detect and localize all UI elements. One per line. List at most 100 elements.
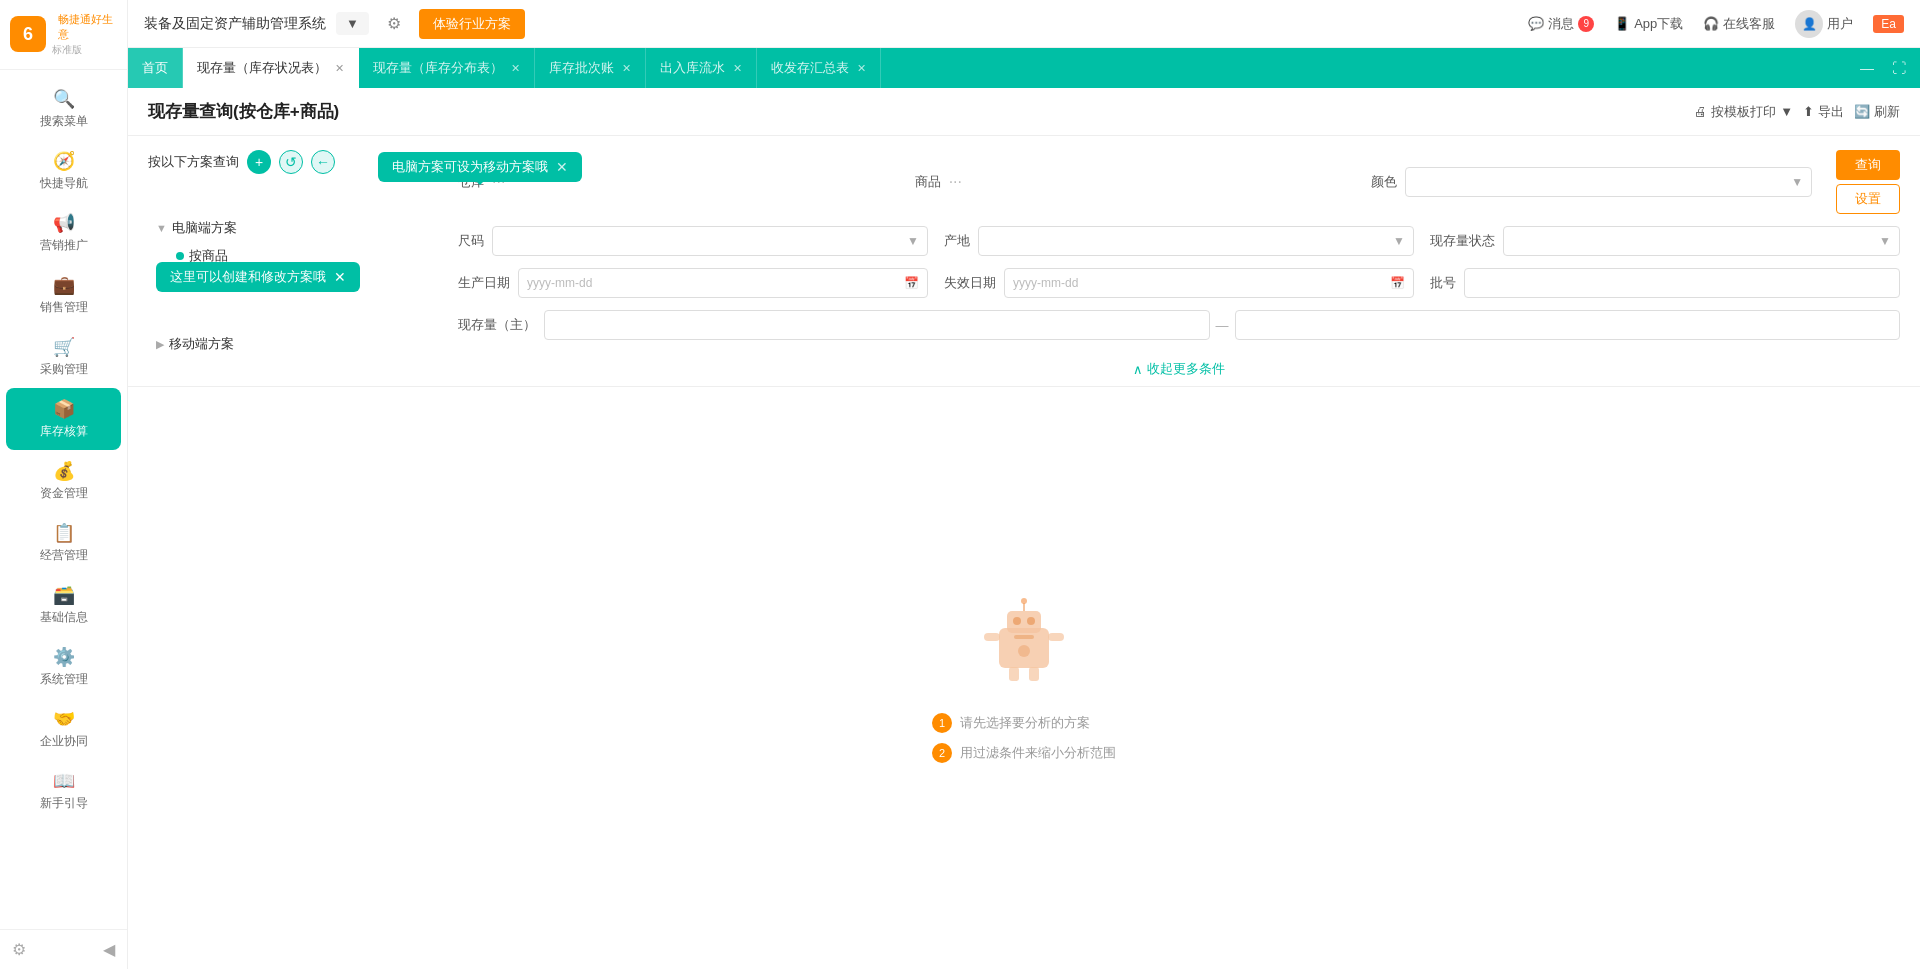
produce-date-placeholder: yyyy-mm-dd <box>527 276 592 290</box>
close-tab-inventory-batch[interactable]: ✕ <box>622 62 631 75</box>
ea-badge: Ea <box>1873 15 1904 33</box>
goods-dots[interactable]: ··· <box>949 173 962 191</box>
add-plan-btn[interactable]: + <box>247 150 271 174</box>
logo-icon: 6 <box>10 16 46 52</box>
sidebar-item-search[interactable]: 🔍 搜索菜单 <box>0 78 127 140</box>
export-icon: ⬆ <box>1803 104 1814 119</box>
back-plan-btn[interactable]: ← <box>311 150 335 174</box>
refresh-plan-btn[interactable]: ↺ <box>279 150 303 174</box>
sidebar-item-marketing[interactable]: 📢 营销推广 <box>0 202 127 264</box>
close-tab-receive-summary[interactable]: ✕ <box>857 62 866 75</box>
tab-home[interactable]: 首页 <box>128 48 183 88</box>
refresh-btn[interactable]: 🔄 刷新 <box>1854 103 1900 121</box>
empty-state: 1 请先选择要分析的方案 2 用过滤条件来缩小分析范围 <box>128 387 1920 969</box>
megaphone-icon: 📢 <box>53 212 75 234</box>
message-btn[interactable]: 💬 消息 9 <box>1528 15 1594 33</box>
status-select[interactable]: ▼ <box>1503 226 1900 256</box>
stock-qty-label: 现存量（主） <box>458 316 536 334</box>
svg-point-2 <box>1013 617 1021 625</box>
sidebar-item-assets[interactable]: 💰 资金管理 <box>0 450 127 512</box>
headset-icon: 🎧 <box>1703 16 1719 31</box>
svg-rect-8 <box>984 633 1000 641</box>
color-select[interactable]: ▼ <box>1405 167 1812 197</box>
settings-icon[interactable]: ⚙ <box>12 940 26 959</box>
tab-inout-flow[interactable]: 出入库流水 ✕ <box>646 48 757 88</box>
topbar-settings-btn[interactable]: ⚙ <box>379 9 409 39</box>
dropdown-arrow: ▼ <box>346 16 359 31</box>
sidebar-item-sales[interactable]: 💼 销售管理 <box>0 264 127 326</box>
close-tab-inout-flow[interactable]: ✕ <box>733 62 742 75</box>
app-download-label: App下载 <box>1634 15 1683 33</box>
export-btn[interactable]: ⬆ 导出 <box>1803 103 1844 121</box>
reset-btn[interactable]: 设置 <box>1836 184 1900 214</box>
expand-icon-mobile: ▶ <box>156 338 164 351</box>
batch-input[interactable] <box>1464 268 1900 298</box>
size-label: 尺码 <box>458 232 484 250</box>
plan-mobile[interactable]: ▶ 移动端方案 <box>148 330 458 358</box>
print-dropdown-icon: ▼ <box>1780 104 1793 119</box>
sidebar-item-label: 资金管理 <box>40 485 88 502</box>
sidebar-item-system[interactable]: ⚙️ 系统管理 <box>0 636 127 698</box>
page-title: 现存量查询(按仓库+商品) <box>148 100 339 123</box>
add-tooltip-container: 电脑方案可设为移动方案哦 ✕ <box>378 152 582 182</box>
main-area: 装备及固定资产辅助管理系统 ▼ ⚙ 体验行业方案 💬 消息 9 📱 App下载 … <box>128 0 1920 969</box>
filter-row-4: 现存量（主） — <box>458 310 1900 340</box>
query-btn[interactable]: 查询 <box>1836 150 1900 180</box>
size-arrow: ▼ <box>907 234 919 248</box>
produce-date-label: 生产日期 <box>458 274 510 292</box>
app-download-btn[interactable]: 📱 App下载 <box>1614 15 1683 33</box>
expire-date-input[interactable]: yyyy-mm-dd 📅 <box>1004 268 1414 298</box>
goods-label: 商品 <box>915 173 941 191</box>
svg-rect-7 <box>1029 667 1039 681</box>
close-tab-inventory-status[interactable]: ✕ <box>335 62 344 75</box>
sidebar-item-inventory[interactable]: 📦 库存核算 <box>6 388 121 450</box>
add-tooltip-close[interactable]: ✕ <box>556 159 568 175</box>
filter-label: 按以下方案查询 <box>148 153 239 171</box>
size-select[interactable]: ▼ <box>492 226 928 256</box>
close-tab-inventory-dist[interactable]: ✕ <box>511 62 520 75</box>
sidebar-item-operations[interactable]: 📋 经营管理 <box>0 512 127 574</box>
plan-mobile-wrapper: ▶ 移动端方案 <box>148 330 458 358</box>
svg-point-3 <box>1027 617 1035 625</box>
sidebar-item-cooperation[interactable]: 🤝 企业协同 <box>0 698 127 760</box>
filter-form: 仓库 ··· 商品 ··· 颜色 ▼ <box>458 150 1900 386</box>
collapse-row[interactable]: ∧ 收起更多条件 <box>458 352 1900 386</box>
plan-mobile-label: 移动端方案 <box>169 335 234 353</box>
sidebar-item-basic[interactable]: 🗃️ 基础信息 <box>0 574 127 636</box>
sidebar-item-quicknav[interactable]: 🧭 快捷导航 <box>0 140 127 202</box>
expand-icon: ▼ <box>156 222 167 234</box>
tabbar-actions: — ⛶ <box>1846 48 1920 88</box>
minimize-btn[interactable]: — <box>1854 55 1880 81</box>
sidebar-item-purchase[interactable]: 🛒 采购管理 <box>0 326 127 388</box>
stock-qty-to[interactable] <box>1235 310 1901 340</box>
inout-flow-label: 出入库流水 <box>660 59 725 77</box>
money-icon: 💰 <box>53 460 75 482</box>
add-tooltip: 电脑方案可设为移动方案哦 ✕ <box>378 152 582 182</box>
produce-date-input[interactable]: yyyy-mm-dd 📅 <box>518 268 928 298</box>
maximize-btn[interactable]: ⛶ <box>1886 55 1912 81</box>
tab-receive-summary[interactable]: 收发存汇总表 ✕ <box>757 48 881 88</box>
stock-qty-from[interactable] <box>544 310 1210 340</box>
plan-desktop[interactable]: ▼ 电脑端方案 <box>148 214 458 242</box>
tab-inventory-dist[interactable]: 现存量（库存分布表） ✕ <box>359 48 535 88</box>
stock-qty-range: — <box>544 310 1900 340</box>
tab-inventory-status[interactable]: 现存量（库存状况表） ✕ <box>183 48 359 88</box>
sidebar-item-guide[interactable]: 📖 新手引导 <box>0 760 127 822</box>
collapse-sidebar-btn[interactable]: ◀ <box>103 940 115 959</box>
origin-select[interactable]: ▼ <box>978 226 1414 256</box>
user-menu[interactable]: 👤 用户 <box>1795 10 1853 38</box>
empty-step-1: 1 请先选择要分析的方案 <box>932 713 1116 733</box>
tab-inventory-batch[interactable]: 库存批次账 ✕ <box>535 48 646 88</box>
system-dropdown[interactable]: ▼ <box>336 12 369 35</box>
print-btn[interactable]: 🖨 按模板打印 ▼ <box>1694 103 1793 121</box>
avatar: 👤 <box>1795 10 1823 38</box>
sidebar-item-label: 新手引导 <box>40 795 88 812</box>
briefcase-icon: 💼 <box>53 274 75 296</box>
create-tooltip-close[interactable]: ✕ <box>334 269 346 285</box>
message-icon: 💬 <box>1528 16 1544 31</box>
trial-btn[interactable]: 体验行业方案 <box>419 9 525 39</box>
online-service-btn[interactable]: 🎧 在线客服 <box>1703 15 1775 33</box>
export-label: 导出 <box>1818 103 1844 121</box>
create-tooltip-text: 这里可以创建和修改方案哦 <box>170 268 326 286</box>
header-actions: 🖨 按模板打印 ▼ ⬆ 导出 🔄 刷新 <box>1694 103 1900 121</box>
